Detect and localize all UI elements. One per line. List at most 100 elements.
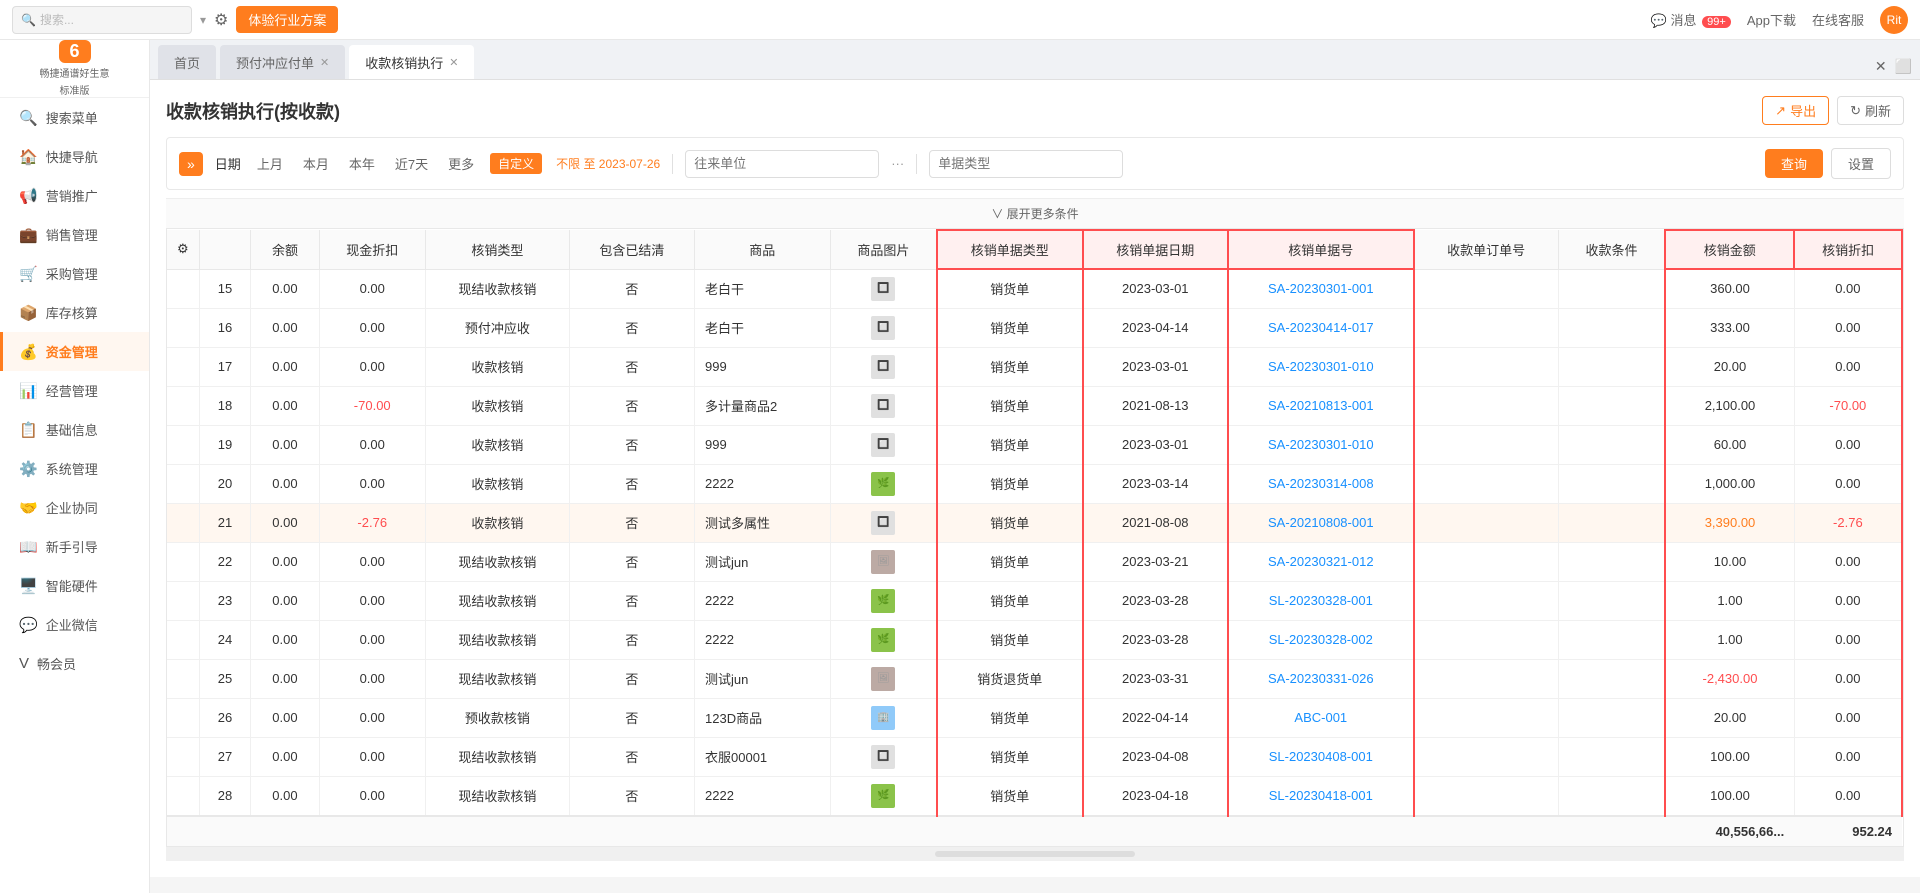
sidebar-item-basic[interactable]: 📋 基础信息 bbox=[0, 410, 149, 449]
settings-button[interactable]: 设置 bbox=[1831, 148, 1891, 179]
writeoff-bill-no-link[interactable]: SA-20230414-017 bbox=[1268, 320, 1374, 335]
horizontal-scrollbar[interactable] bbox=[166, 847, 1904, 861]
writeoff-bill-no-link[interactable]: SA-20230314-008 bbox=[1268, 476, 1374, 491]
sidebar-item-system[interactable]: ⚙️ 系统管理 bbox=[0, 449, 149, 488]
writeoff-bill-no-link[interactable]: SL-20230418-001 bbox=[1269, 788, 1373, 803]
sidebar-item-wechat[interactable]: 💬 企业微信 bbox=[0, 605, 149, 644]
col-product-cell: 老白干 bbox=[695, 308, 831, 347]
filter-date-label: 日期 bbox=[215, 154, 241, 173]
col-include-settled-cell: 否 bbox=[569, 308, 694, 347]
col-settings-cell[interactable] bbox=[167, 737, 199, 776]
dropdown-arrow-icon[interactable]: ▾ bbox=[200, 13, 206, 27]
filter-divider2 bbox=[916, 154, 917, 174]
page-inner: 收款核销执行(按收款) ↗ 导出 ↻ 刷新 » bbox=[150, 80, 1920, 877]
scrollbar-track[interactable] bbox=[935, 851, 1135, 857]
col-collection-condition-cell bbox=[1558, 542, 1665, 581]
col-balance-cell: 0.00 bbox=[251, 581, 319, 620]
col-seq-cell: 16 bbox=[199, 308, 251, 347]
writeoff-bill-no-link[interactable]: SA-20210813-001 bbox=[1268, 398, 1374, 413]
col-settings-cell[interactable] bbox=[167, 464, 199, 503]
top-bar-right: 💬 消息 99+ App下载 在线客服 Rit bbox=[1651, 6, 1908, 34]
bill-type-input[interactable] bbox=[929, 150, 1123, 178]
tab-collection-close-icon[interactable]: ✕ bbox=[449, 56, 458, 69]
col-settings-cell[interactable] bbox=[167, 503, 199, 542]
online-service-link[interactable]: 在线客服 bbox=[1812, 10, 1864, 29]
col-settings-header[interactable]: ⚙ bbox=[167, 230, 199, 269]
writeoff-bill-no-link[interactable]: SA-20230321-012 bbox=[1268, 554, 1374, 569]
table-row: 28 0.00 0.00 现结收款核销 否 2222 🌿 销货单 2023-04… bbox=[167, 776, 1902, 816]
writeoff-bill-no-link[interactable]: SA-20210808-001 bbox=[1268, 515, 1374, 530]
col-settings-cell[interactable] bbox=[167, 620, 199, 659]
sidebar-item-hardware[interactable]: 🖥️ 智能硬件 bbox=[0, 566, 149, 605]
filter-expand-button[interactable]: » bbox=[179, 152, 203, 176]
filter-date-this-month[interactable]: 本月 bbox=[299, 152, 333, 175]
writeoff-bill-no-link[interactable]: ABC-001 bbox=[1294, 710, 1347, 725]
refresh-button[interactable]: ↻ 刷新 bbox=[1837, 96, 1904, 125]
tab-prepaid[interactable]: 预付冲应付单 ✕ bbox=[220, 45, 345, 79]
writeoff-bill-no-link[interactable]: SL-20230328-001 bbox=[1269, 593, 1373, 608]
tab-home[interactable]: 首页 bbox=[158, 45, 216, 79]
writeoff-bill-no-link[interactable]: SL-20230328-002 bbox=[1269, 632, 1373, 647]
col-collection-condition-cell bbox=[1558, 620, 1665, 659]
export-button[interactable]: ↗ 导出 bbox=[1762, 96, 1829, 125]
filter-date-7days[interactable]: 近7天 bbox=[391, 152, 432, 175]
sidebar-item-search[interactable]: 🔍 搜索菜单 bbox=[0, 98, 149, 137]
sidebar-item-marketing[interactable]: 📢 营销推广 bbox=[0, 176, 149, 215]
sales-icon: 💼 bbox=[19, 226, 38, 244]
sidebar-item-finance[interactable]: 💰 资金管理 bbox=[0, 332, 149, 371]
col-settings-cell[interactable] bbox=[167, 386, 199, 425]
partner-input[interactable] bbox=[685, 150, 879, 178]
filter-date-more[interactable]: 更多 bbox=[444, 152, 478, 175]
sidebar-item-vip[interactable]: V 畅会员 bbox=[0, 644, 149, 683]
col-product-cell: 2222 bbox=[695, 620, 831, 659]
filter-date-this-year[interactable]: 本年 bbox=[345, 152, 379, 175]
window-maximize-icon[interactable]: ⬜ bbox=[1895, 58, 1912, 75]
settings-icon[interactable]: ⚙ bbox=[214, 10, 228, 30]
col-settings-cell[interactable] bbox=[167, 542, 199, 581]
window-minimize-icon[interactable]: ✕ bbox=[1875, 58, 1887, 75]
tab-collection[interactable]: 收款核销执行 ✕ bbox=[349, 45, 474, 79]
filter-date-custom[interactable]: 自定义 bbox=[490, 153, 542, 174]
avatar[interactable]: Rit bbox=[1880, 6, 1908, 34]
tab-prepaid-close-icon[interactable]: ✕ bbox=[320, 56, 329, 69]
refresh-icon: ↻ bbox=[1850, 103, 1861, 119]
sidebar-item-quick-nav[interactable]: 🏠 快捷导航 bbox=[0, 137, 149, 176]
expand-more-bar[interactable]: ∨ 展开更多条件 bbox=[166, 198, 1904, 228]
filter-date-last-month[interactable]: 上月 bbox=[253, 152, 287, 175]
col-writeoff-bill-date-cell: 2023-03-28 bbox=[1083, 581, 1228, 620]
col-settings-cell[interactable] bbox=[167, 776, 199, 816]
industry-solution-button[interactable]: 体验行业方案 bbox=[236, 6, 338, 33]
sidebar-item-sales[interactable]: 💼 销售管理 bbox=[0, 215, 149, 254]
col-settings-cell[interactable] bbox=[167, 347, 199, 386]
col-balance-cell: 0.00 bbox=[251, 659, 319, 698]
app-download-link[interactable]: App下载 bbox=[1747, 10, 1796, 29]
sidebar-item-operation[interactable]: 📊 经营管理 bbox=[0, 371, 149, 410]
writeoff-bill-no-link[interactable]: SL-20230408-001 bbox=[1269, 749, 1373, 764]
col-seq-cell: 20 bbox=[199, 464, 251, 503]
sidebar-item-inventory[interactable]: 📦 库存核算 bbox=[0, 293, 149, 332]
product-image-thumb: 🌿 bbox=[871, 784, 895, 808]
col-seq-cell: 27 bbox=[199, 737, 251, 776]
col-settings-cell[interactable] bbox=[167, 698, 199, 737]
data-table: ⚙ 余额 现金折扣 核销类型 包含已结清 商品 商品图片 核销单据类型 核销单据… bbox=[167, 229, 1903, 846]
col-collection-order-no-cell bbox=[1414, 425, 1559, 464]
table-footer-row: 40,556,66... 952.24 bbox=[167, 816, 1902, 846]
query-button[interactable]: 查询 bbox=[1765, 149, 1823, 178]
col-collection-order-no-cell bbox=[1414, 347, 1559, 386]
col-settings-cell[interactable] bbox=[167, 659, 199, 698]
notifications-icon[interactable]: 💬 消息 99+ bbox=[1651, 10, 1731, 29]
sidebar-item-purchase[interactable]: 🛒 采购管理 bbox=[0, 254, 149, 293]
col-settings-cell[interactable] bbox=[167, 581, 199, 620]
writeoff-bill-no-link[interactable]: SA-20230301-001 bbox=[1268, 281, 1374, 296]
col-settings-cell[interactable] bbox=[167, 308, 199, 347]
col-writeoff-bill-no-cell: SA-20230321-012 bbox=[1228, 542, 1414, 581]
col-writeoff-bill-date-cell: 2023-03-01 bbox=[1083, 347, 1228, 386]
writeoff-bill-no-link[interactable]: SA-20230301-010 bbox=[1268, 437, 1374, 452]
sidebar-item-enterprise[interactable]: 🤝 企业协同 bbox=[0, 488, 149, 527]
writeoff-bill-no-link[interactable]: SA-20230301-010 bbox=[1268, 359, 1374, 374]
sidebar-item-guide[interactable]: 📖 新手引导 bbox=[0, 527, 149, 566]
col-settings-cell[interactable] bbox=[167, 425, 199, 464]
col-settings-cell[interactable] bbox=[167, 269, 199, 308]
writeoff-bill-no-link[interactable]: SA-20230331-026 bbox=[1268, 671, 1374, 686]
finance-icon: 💰 bbox=[19, 343, 38, 361]
